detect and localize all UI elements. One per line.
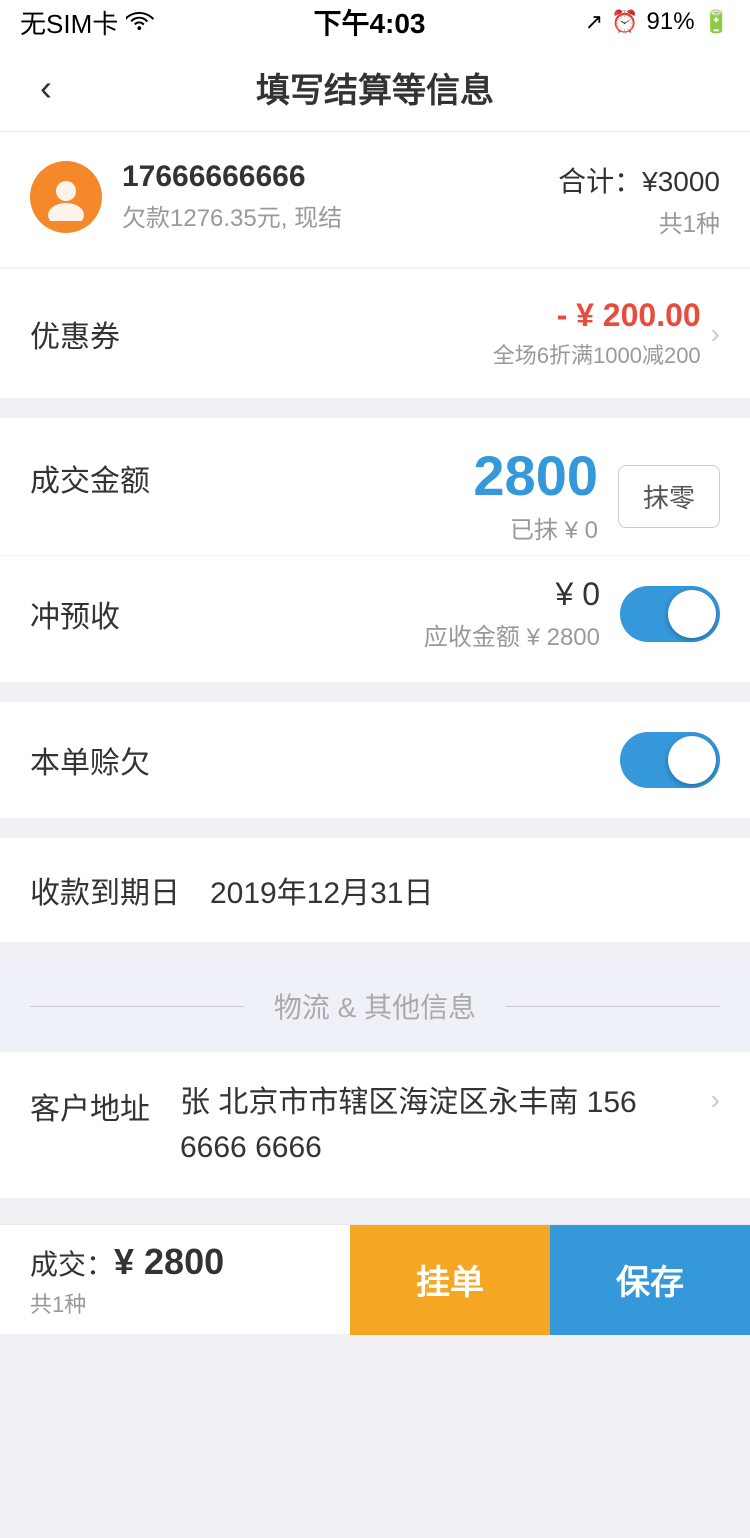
nav-bar: ‹ 填写结算等信息 — [0, 44, 750, 132]
address-value: 张 北京市市辖区海淀区永丰南 156 6666 6666 — [180, 1080, 711, 1170]
page-title: 填写结算等信息 — [256, 63, 494, 112]
hold-button[interactable]: 挂单 — [350, 1225, 550, 1335]
address-row[interactable]: 客户地址 张 北京市市辖区海淀区永丰南 156 6666 6666 › — [0, 1052, 750, 1198]
charge-toggle[interactable] — [620, 586, 720, 642]
amount-value-block: 2800 已抹 ¥ 0 — [473, 448, 598, 545]
coupon-label: 优惠券 — [30, 312, 120, 356]
bottom-bar: 成交：¥ 2800 共1种 挂单 保存 — [0, 1224, 750, 1334]
charge-value: ¥ 0 — [424, 576, 600, 613]
charge-right: ¥ 0 应收金额 ¥ 2800 — [424, 576, 720, 652]
address-arrow-icon: › — [711, 1080, 720, 1116]
summary-main: 成交：¥ 2800 — [30, 1241, 320, 1283]
save-button[interactable]: 保存 — [550, 1225, 750, 1335]
amount-label: 成交金额 — [30, 448, 150, 500]
coupon-right: - ¥ 200.00 全场6折满1000减200 › — [493, 297, 720, 370]
writeoff-toggle[interactable] — [620, 732, 720, 788]
coupon-desc: 全场6折满1000减200 — [493, 338, 701, 370]
duedate-label: 收款到期日 — [30, 868, 180, 912]
address-label: 客户地址 — [30, 1080, 150, 1128]
status-left: 无SIM卡 — [20, 4, 154, 41]
charge-value-block: ¥ 0 应收金额 ¥ 2800 — [424, 576, 600, 652]
location-icon: ↗ — [585, 9, 603, 35]
summary-value: ¥ 2800 — [114, 1241, 224, 1282]
total-amount: 合计：¥3000 — [558, 160, 720, 200]
wifi-icon — [126, 7, 154, 38]
writeoff-section: 本单赊欠 — [0, 702, 750, 818]
charge-label: 冲预收 — [30, 592, 120, 636]
user-phone: 17666666666 — [122, 160, 342, 194]
writeoff-row: 本单赊欠 — [0, 702, 750, 818]
logistics-divider-left — [30, 1006, 244, 1007]
duedate-value: 2019年12月31日 — [210, 868, 433, 912]
logistics-header-text: 物流 & 其他信息 — [244, 986, 506, 1026]
user-info-card: 17666666666 欠款1276.35元, 现结 合计：¥3000 共1种 — [0, 132, 750, 267]
logistics-header: 物流 & 其他信息 — [0, 962, 750, 1050]
status-bar: 无SIM卡 下午4:03 ↗ ⏰ 91% 🔋 — [0, 0, 750, 44]
battery-text: 91% — [647, 8, 695, 36]
amount-right-group: 2800 已抹 ¥ 0 抹零 — [473, 448, 720, 545]
battery-icon: 🔋 — [703, 9, 730, 35]
round-button[interactable]: 抹零 — [618, 465, 720, 528]
avatar — [30, 161, 102, 233]
user-total: 合计：¥3000 共1种 — [558, 160, 720, 239]
status-right: ↗ ⏰ 91% 🔋 — [585, 8, 730, 36]
alarm-icon: ⏰ — [611, 9, 638, 35]
summary-count: 共1种 — [30, 1287, 320, 1319]
user-debt: 欠款1276.35元, 现结 — [122, 198, 342, 233]
user-left: 17666666666 欠款1276.35元, 现结 — [30, 160, 342, 233]
user-details: 17666666666 欠款1276.35元, 现结 — [122, 160, 342, 233]
bottom-summary: 成交：¥ 2800 共1种 — [0, 1241, 350, 1319]
coupon-info: - ¥ 200.00 全场6折满1000减200 — [493, 297, 701, 370]
amount-sub: 已抹 ¥ 0 — [473, 510, 598, 545]
charge-row: 冲预收 ¥ 0 应收金额 ¥ 2800 — [0, 555, 750, 682]
duedate-row: 收款到期日 2019年12月31日 — [0, 838, 750, 942]
back-button[interactable]: ‹ — [30, 57, 62, 119]
coupon-row[interactable]: 优惠券 - ¥ 200.00 全场6折满1000减200 › — [0, 269, 750, 398]
summary-label: 成交： — [30, 1249, 114, 1280]
amount-section: 成交金额 2800 已抹 ¥ 0 抹零 冲预收 ¥ 0 应收金额 ¥ 2800 — [0, 418, 750, 682]
carrier-text: 无SIM卡 — [20, 4, 118, 41]
coupon-arrow-icon: › — [711, 318, 720, 350]
item-count: 共1种 — [558, 204, 720, 239]
status-time: 下午4:03 — [313, 2, 425, 42]
charge-sub: 应收金额 ¥ 2800 — [424, 617, 600, 652]
writeoff-label: 本单赊欠 — [30, 738, 150, 782]
amount-row: 成交金额 2800 已抹 ¥ 0 抹零 — [0, 418, 750, 555]
logistics-divider-right — [506, 1006, 720, 1007]
amount-number: 2800 — [473, 448, 598, 504]
coupon-discount: - ¥ 200.00 — [493, 297, 701, 334]
